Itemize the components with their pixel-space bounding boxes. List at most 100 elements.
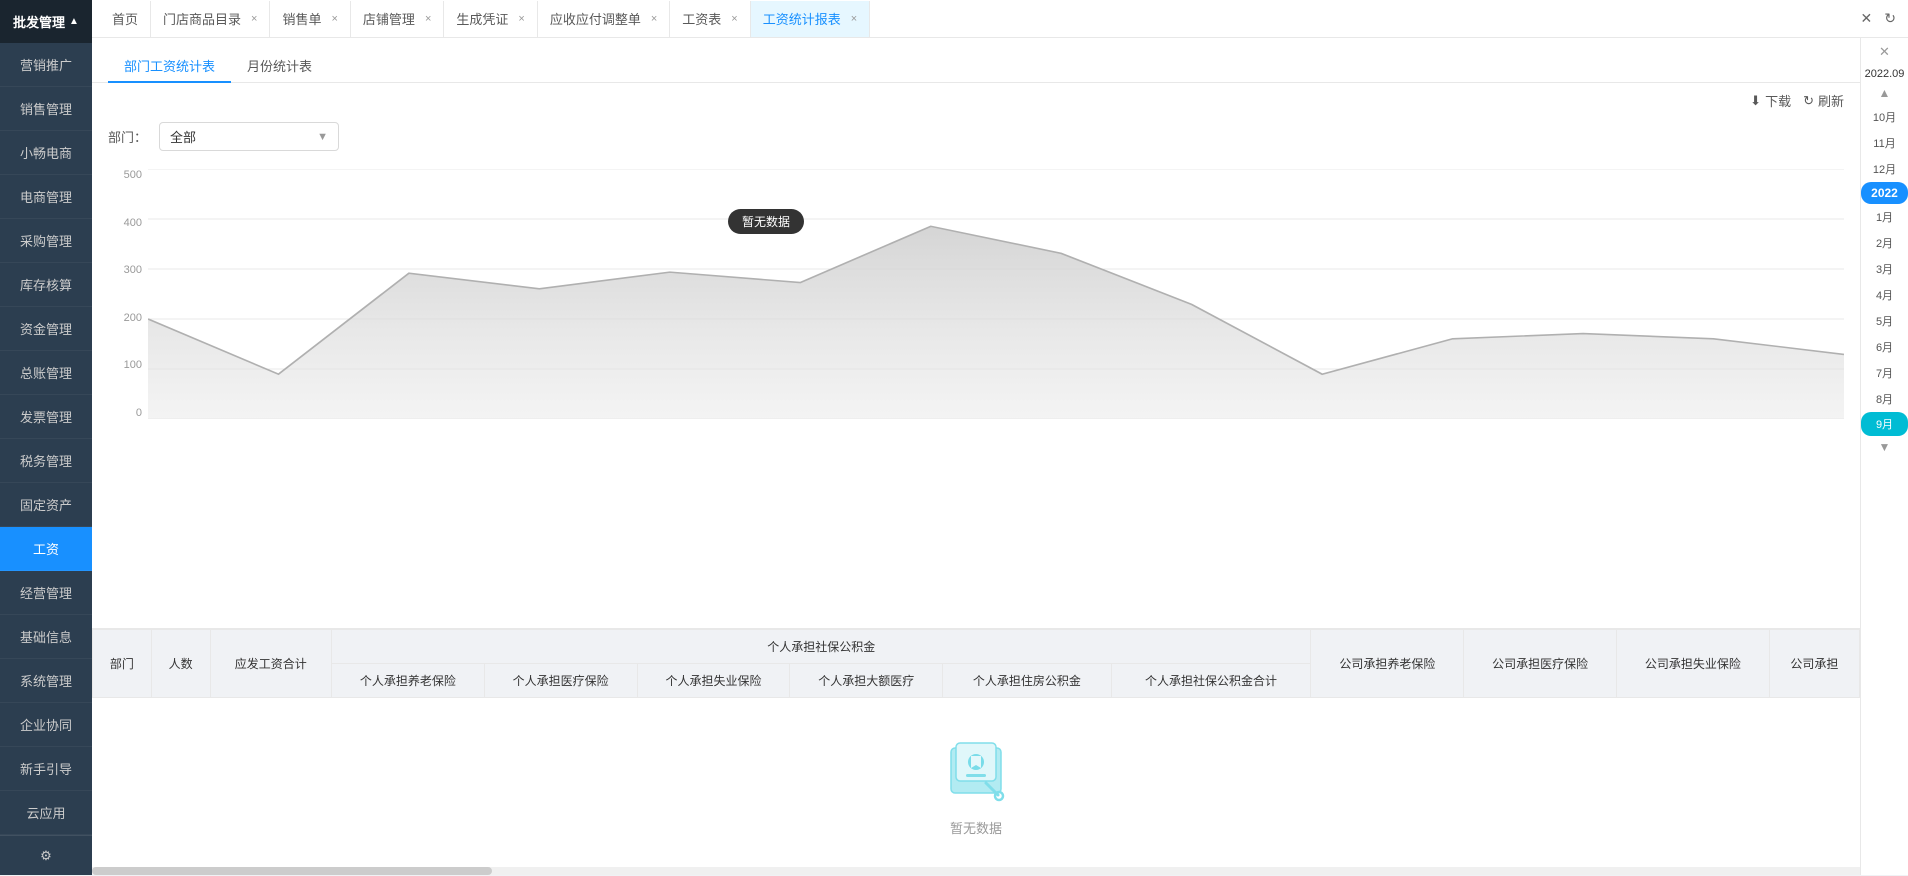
page-panel: 部门工资统计表月份统计表 ⬇ 下载 ↻ 刷新 部门： 全部 ▼ bbox=[92, 38, 1860, 875]
sidebar-item-工资[interactable]: 工资 bbox=[0, 527, 92, 571]
sidebar-item-库存核算[interactable]: 库存核算 bbox=[0, 263, 92, 307]
tab-生成凭证[interactable]: 生成凭证 × bbox=[444, 1, 537, 37]
refresh-button[interactable]: ↻ 刷新 bbox=[1803, 91, 1844, 110]
sidebar-item-采购管理[interactable]: 采购管理 bbox=[0, 219, 92, 263]
chart-container: 0 100 200 300 400 500 bbox=[108, 169, 1844, 449]
department-select-value: 全部 bbox=[170, 127, 196, 146]
content-area: 部门工资统计表月份统计表 ⬇ 下载 ↻ 刷新 部门： 全部 ▼ bbox=[92, 38, 1908, 875]
sidebar-item-税务管理[interactable]: 税务管理 bbox=[0, 439, 92, 483]
sidebar-item-小畅电商[interactable]: 小畅电商 bbox=[0, 131, 92, 175]
sidebar-item-新手引导[interactable]: 新手引导 bbox=[0, 747, 92, 791]
sub-tab-月份统计表[interactable]: 月份统计表 bbox=[231, 50, 328, 83]
y-axis: 0 100 200 300 400 500 bbox=[108, 169, 148, 419]
timeline-month-3[interactable]: 3月 bbox=[1861, 256, 1908, 282]
table-scroll-thumb[interactable] bbox=[92, 867, 492, 875]
timeline-month-11[interactable]: 11月 bbox=[1861, 130, 1908, 156]
close-icon: ✕ bbox=[1879, 44, 1890, 59]
col-total: 应发工资合计 bbox=[210, 630, 331, 698]
timeline-up-btn[interactable]: ▲ bbox=[1875, 82, 1895, 104]
timeline-month-1[interactable]: 1月 bbox=[1861, 204, 1908, 230]
timeline-down-btn[interactable]: ▼ bbox=[1875, 436, 1895, 458]
sidebar-items: 营销推广销售管理小畅电商电商管理采购管理库存核算资金管理总账管理发票管理税务管理… bbox=[0, 43, 92, 835]
tab-label: 应收应付调整单 bbox=[550, 9, 641, 28]
tab-工资统计报表[interactable]: 工资统计报表× bbox=[751, 1, 870, 37]
col-personal-unemployment: 个人承担失业保险 bbox=[637, 664, 790, 698]
refresh-tab-icon[interactable]: ↻ bbox=[1880, 6, 1900, 31]
area-chart bbox=[148, 169, 1844, 419]
col-personal-total: 个人承担社保公积金合计 bbox=[1111, 664, 1311, 698]
sub-tab-部门工资统计表[interactable]: 部门工资统计表 bbox=[108, 50, 231, 83]
col-group-personal: 个人承担社保公积金 bbox=[331, 630, 1310, 664]
tab-close-icon[interactable]: × bbox=[425, 13, 431, 25]
download-button[interactable]: ⬇ 下载 bbox=[1750, 91, 1791, 110]
tab-应收应付调整单[interactable]: 应收应付调整单 × bbox=[538, 1, 670, 37]
timeline-year-2022[interactable]: 2022 bbox=[1861, 182, 1908, 204]
settings-icon: ⚙ bbox=[40, 848, 52, 863]
tab-close-icon[interactable]: × bbox=[851, 13, 857, 25]
department-select[interactable]: 全部 ▼ bbox=[159, 122, 339, 151]
sidebar-arrow-icon: ▲ bbox=[69, 16, 79, 27]
tab-label: 工资表 bbox=[682, 9, 721, 28]
sidebar-item-云应用[interactable]: 云应用 bbox=[0, 791, 92, 835]
sidebar-item-经营管理[interactable]: 经营管理 bbox=[0, 571, 92, 615]
download-icon: ⬇ bbox=[1750, 93, 1761, 109]
tab-label: 首页 bbox=[112, 9, 138, 28]
timeline-month-6[interactable]: 6月 bbox=[1861, 334, 1908, 360]
sidebar-item-总账管理[interactable]: 总账管理 bbox=[0, 351, 92, 395]
tab-close-icon[interactable]: × bbox=[651, 13, 657, 25]
tab-门店商品目录[interactable]: 门店商品目录× bbox=[151, 1, 270, 37]
timeline-month-2[interactable]: 2月 bbox=[1861, 230, 1908, 256]
sub-tabs: 部门工资统计表月份统计表 bbox=[92, 38, 1860, 83]
tab-首页[interactable]: 首页 bbox=[100, 1, 151, 37]
tab-label: 生成凭证 bbox=[456, 9, 508, 28]
timeline-month-4[interactable]: 4月 bbox=[1861, 282, 1908, 308]
sidebar-item-发票管理[interactable]: 发票管理 bbox=[0, 395, 92, 439]
tab-bar-end: ✕ ↻ bbox=[1857, 6, 1900, 31]
timeline-month-12[interactable]: 12月 bbox=[1861, 156, 1908, 182]
sidebar-item-营销推广[interactable]: 营销推广 bbox=[0, 43, 92, 87]
filter-row: 部门： 全部 ▼ bbox=[92, 118, 1860, 159]
sidebar-item-销售管理[interactable]: 销售管理 bbox=[0, 87, 92, 131]
timeline-month-8[interactable]: 8月 bbox=[1861, 386, 1908, 412]
tab-close-icon[interactable]: × bbox=[731, 13, 737, 25]
chart-svg-wrapper: 暂无数据 bbox=[148, 169, 1844, 419]
sidebar-item-企业协同[interactable]: 企业协同 bbox=[0, 703, 92, 747]
col-company-other: 公司承担 bbox=[1769, 630, 1859, 698]
empty-state: 暂无数据 bbox=[92, 698, 1860, 867]
sidebar-item-基础信息[interactable]: 基础信息 bbox=[0, 615, 92, 659]
tab-label: 店铺管理 bbox=[363, 9, 415, 28]
timeline-month-7[interactable]: 7月 bbox=[1861, 360, 1908, 386]
tab-close-icon[interactable]: × bbox=[251, 13, 257, 25]
sidebar: 批发管理 ▲ 营销推广销售管理小畅电商电商管理采购管理库存核算资金管理总账管理发… bbox=[0, 0, 92, 875]
y-label-200: 200 bbox=[108, 312, 148, 324]
tab-店铺管理[interactable]: 店铺管理 × bbox=[351, 1, 444, 37]
sidebar-item-固定资产[interactable]: 固定资产 bbox=[0, 483, 92, 527]
tabs-container: 首页门店商品目录×销售单×店铺管理×生成凭证×应收应付调整单×工资表×工资统计报… bbox=[100, 1, 870, 37]
empty-text: 暂无数据 bbox=[950, 818, 1002, 837]
tab-close-icon[interactable]: × bbox=[518, 13, 524, 25]
timeline-month-10[interactable]: 10月 bbox=[1861, 104, 1908, 130]
sidebar-item-系统管理[interactable]: 系统管理 bbox=[0, 659, 92, 703]
empty-icon bbox=[936, 728, 1016, 808]
tab-工资表[interactable]: 工资表 × bbox=[670, 1, 750, 37]
sidebar-item-资金管理[interactable]: 资金管理 bbox=[0, 307, 92, 351]
timeline-panel: ✕ 2022.09 ▲ 10月 11月 12月 2022 1月 2月 3月 4月… bbox=[1860, 38, 1908, 875]
y-label-0: 0 bbox=[108, 407, 148, 419]
timeline-month-9[interactable]: 9月 bbox=[1861, 412, 1908, 436]
table-scroll-bar[interactable] bbox=[92, 867, 1860, 875]
tab-close-icon[interactable]: × bbox=[331, 13, 337, 25]
col-personal-medical: 个人承担医疗保险 bbox=[484, 664, 637, 698]
sidebar-title: 批发管理 bbox=[13, 12, 65, 31]
tab-销售单[interactable]: 销售单× bbox=[270, 1, 350, 37]
sidebar-item-电商管理[interactable]: 电商管理 bbox=[0, 175, 92, 219]
sidebar-header[interactable]: 批发管理 ▲ bbox=[0, 0, 92, 43]
close-all-icon[interactable]: ✕ bbox=[1857, 6, 1877, 31]
y-label-300: 300 bbox=[108, 264, 148, 276]
y-label-500: 500 bbox=[108, 169, 148, 181]
timeline-close-btn[interactable]: ✕ bbox=[1873, 38, 1896, 66]
timeline-month-5[interactable]: 5月 bbox=[1861, 308, 1908, 334]
refresh-icon: ↻ bbox=[1803, 93, 1814, 109]
sidebar-settings[interactable]: ⚙ bbox=[0, 835, 92, 876]
download-label: 下载 bbox=[1765, 91, 1791, 110]
tab-bar: 首页门店商品目录×销售单×店铺管理×生成凭证×应收应付调整单×工资表×工资统计报… bbox=[92, 0, 1908, 38]
